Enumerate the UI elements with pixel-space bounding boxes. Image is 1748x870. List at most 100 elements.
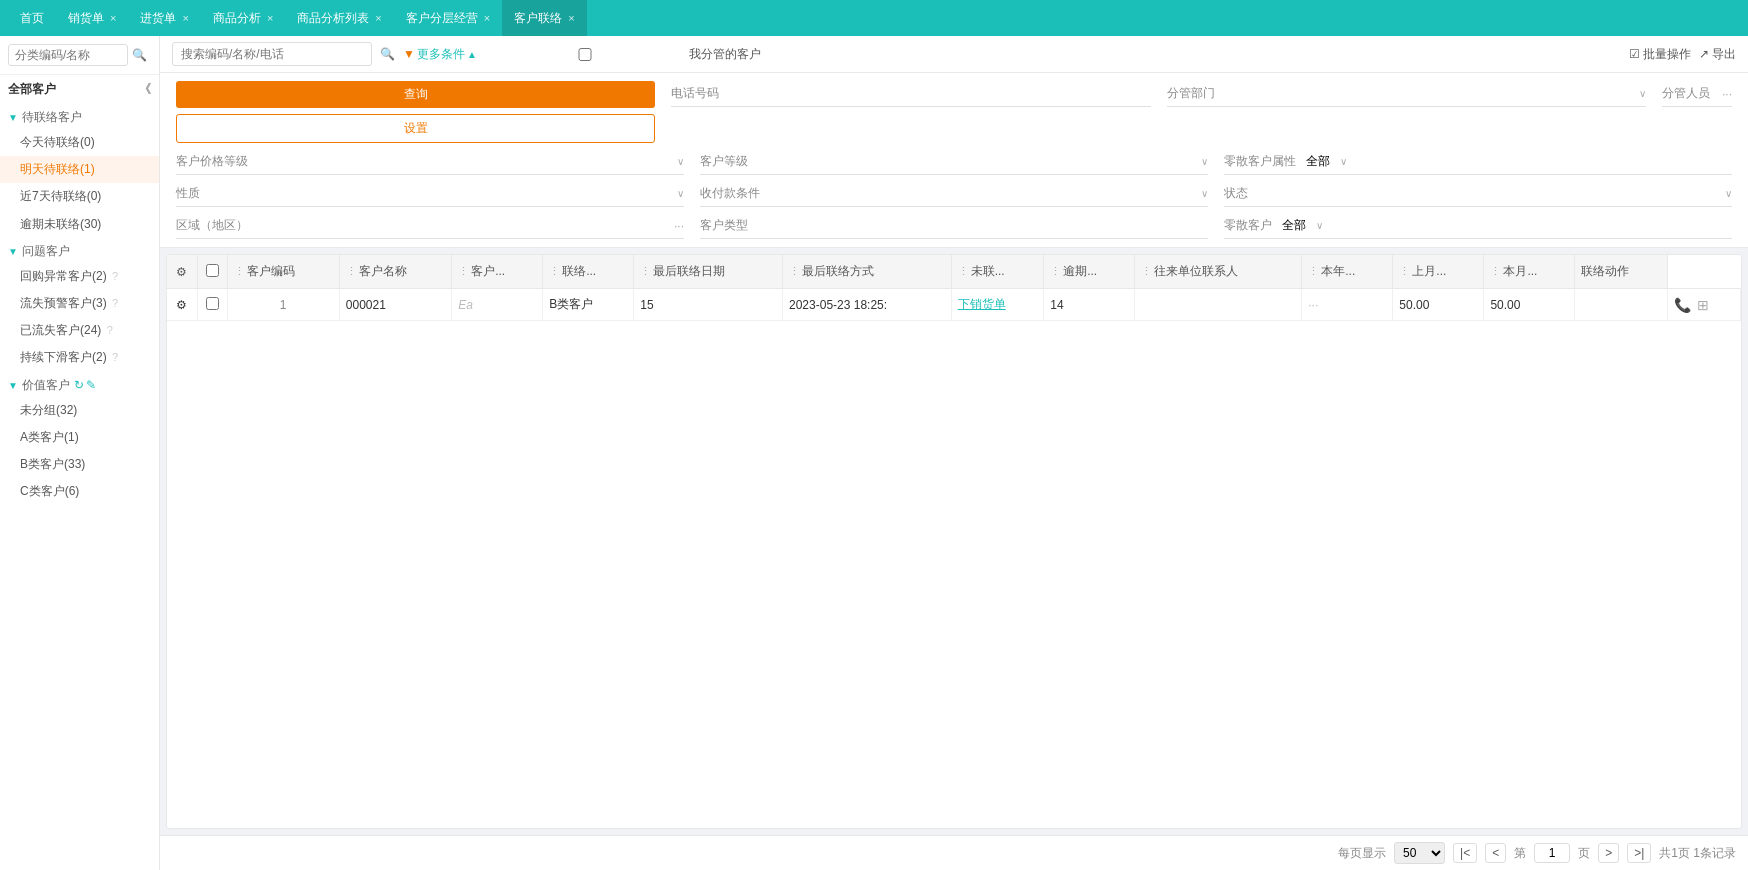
my-customer-checkbox-area[interactable]: 我分管的客户 (485, 46, 761, 63)
col-this-year: ⋮本年... (1302, 255, 1393, 289)
filter-row-1: 电话号码 分管部门 ∨ 分管人员 ··· 查询 设置 (176, 81, 1732, 143)
search-input[interactable] (172, 42, 372, 66)
filter-phone: 电话号码 (671, 81, 1150, 107)
row-num: 1 (227, 289, 339, 321)
filter-status[interactable]: 状态 ∨ (1224, 181, 1732, 207)
total-records: 共1页 1条记录 (1659, 845, 1736, 862)
bulk-ops-button[interactable]: ☑ 批量操作 (1629, 46, 1691, 63)
nav-home[interactable]: 首页 (8, 0, 56, 36)
sidebar-item-a-class[interactable]: A类客户(1) (0, 424, 159, 451)
close-purchase-order[interactable]: × (182, 12, 188, 24)
page-input[interactable] (1534, 843, 1570, 863)
chevron-up-icon: ▲ (467, 49, 477, 60)
sidebar-item-churn-warning[interactable]: 流失预警客户(3) ? (0, 290, 159, 317)
export-icon: ↗ (1699, 47, 1709, 61)
row-overdue (1135, 289, 1302, 321)
col-gear[interactable]: ⚙ (167, 255, 197, 289)
triangle-icon: ▼ (8, 112, 18, 123)
nav-product-analysis-list[interactable]: 商品分析列表 × (285, 0, 393, 36)
nav-sales-order[interactable]: 销货单 × (56, 0, 128, 36)
table-footer: 每页显示 50 100 200 |< < 第 页 > >| 共1页 1条记录 (160, 835, 1748, 870)
filter-customer-type[interactable]: 客户类型 (700, 213, 1208, 239)
close-customer-contact[interactable]: × (568, 12, 574, 24)
top-nav: 首页 销货单 × 进货单 × 商品分析 × 商品分析列表 × 客户分层经营 × … (0, 0, 1748, 36)
customer-level-chevron: ∨ (1201, 156, 1208, 167)
sidebar-item-declining[interactable]: 持续下滑客户(2) ? (0, 344, 159, 371)
first-page-button[interactable]: |< (1453, 843, 1477, 863)
export-button[interactable]: ↗ 导出 (1699, 46, 1736, 63)
close-product-analysis[interactable]: × (267, 12, 273, 24)
sidebar-item-overdue-contact[interactable]: 逾期未联络(30) (0, 211, 159, 238)
manager-dots-icon[interactable]: ··· (1722, 87, 1732, 101)
help-icon-1: ? (112, 270, 118, 282)
col-last-contact-method: ⋮最后联络方式 (783, 255, 952, 289)
pending-contact-group: ▼ 待联络客户 (0, 104, 159, 129)
row-settings[interactable]: ⚙ (167, 289, 197, 321)
select-all-checkbox[interactable] (206, 264, 219, 277)
row-unlinked: 14 (1044, 289, 1135, 321)
filter-dept[interactable]: 分管部门 ∨ (1167, 81, 1646, 107)
query-button[interactable]: 查询 (176, 81, 655, 108)
my-customer-checkbox[interactable] (485, 48, 685, 61)
filter-retail-attr[interactable]: 零散客户属性 全部 ∨ (1224, 149, 1732, 175)
close-customer-tier[interactable]: × (484, 12, 490, 24)
next-page-button[interactable]: > (1598, 843, 1619, 863)
status-chevron: ∨ (1725, 188, 1732, 199)
page-label: 第 (1514, 845, 1526, 862)
nav-customer-tier[interactable]: 客户分层经营 × (394, 0, 502, 36)
value-group-refresh[interactable]: ↻ (74, 378, 84, 392)
nav-product-analysis[interactable]: 商品分析 × (201, 0, 285, 36)
sidebar-item-churned[interactable]: 已流失客户(24) ? (0, 317, 159, 344)
sidebar-item-ungrouped[interactable]: 未分组(32) (0, 397, 159, 424)
filter-retail-customer[interactable]: 零散客户 全部 ∨ (1224, 213, 1732, 239)
row-last-contact-method[interactable]: 下销货单 (951, 289, 1044, 321)
more-filter-button[interactable]: ▼ 更多条件 ▲ (403, 46, 477, 63)
col-customer-type: ⋮客户... (452, 255, 543, 289)
col-select-all[interactable] (197, 255, 227, 289)
retail-customer-chevron: ∨ (1316, 220, 1323, 231)
per-page-select[interactable]: 50 100 200 (1394, 842, 1445, 864)
filter-customer-level[interactable]: 客户等级 ∨ (700, 149, 1208, 175)
dept-chevron-icon: ∨ (1639, 88, 1646, 99)
sidebar-item-7days-contact[interactable]: 近7天待联络(0) (0, 183, 159, 210)
nav-purchase-order[interactable]: 进货单 × (128, 0, 200, 36)
sidebar-item-c-class[interactable]: C类客户(6) (0, 478, 159, 505)
row-action-grid-icon[interactable]: ⊞ (1697, 297, 1709, 313)
col-contact-count: ⋮联络... (543, 255, 634, 289)
filter-row-3: 性质 ∨ 收付款条件 ∨ 状态 ∨ (176, 181, 1732, 207)
filter-region[interactable]: 区域（地区） ··· (176, 213, 684, 239)
search-button-icon[interactable]: 🔍 (380, 47, 395, 61)
last-page-button[interactable]: >| (1627, 843, 1651, 863)
page-suffix: 页 (1578, 845, 1590, 862)
search-bar-right: ☑ 批量操作 ↗ 导出 (1629, 46, 1736, 63)
filter-price-level[interactable]: 客户价格等级 ∨ (176, 149, 684, 175)
value-group-edit[interactable]: ✎ (86, 378, 96, 392)
close-product-analysis-list[interactable]: × (375, 12, 381, 24)
all-customers-header[interactable]: 全部客户 《 (0, 75, 159, 104)
sidebar-search-icon[interactable]: 🔍 (132, 48, 147, 62)
filter-payment[interactable]: 收付款条件 ∨ (700, 181, 1208, 207)
collapse-icon[interactable]: 《 (139, 81, 151, 98)
sidebar-search-input[interactable] (8, 44, 128, 66)
sidebar-item-today-contact[interactable]: 今天待联络(0) (0, 129, 159, 156)
row-checkbox[interactable] (197, 289, 227, 321)
nav-customer-contact[interactable]: 客户联络 × (502, 0, 586, 36)
filter-manager[interactable]: 分管人员 ··· (1662, 81, 1732, 107)
prev-page-button[interactable]: < (1485, 843, 1506, 863)
settings-button[interactable]: 设置 (176, 114, 655, 143)
sidebar-item-b-class[interactable]: B类客户(33) (0, 451, 159, 478)
retail-attr-chevron: ∨ (1340, 156, 1347, 167)
table-header-row: ⚙ ⋮客户编码 ⋮客户名称 ⋮客户... ⋮联络... ⋮最后联络日期 ⋮最后联… (167, 255, 1741, 289)
col-last-contact-date: ⋮最后联络日期 (634, 255, 783, 289)
region-dots-icon[interactable]: ··· (674, 219, 684, 233)
col-customer-code: ⋮客户编码 (227, 255, 339, 289)
row-action-phone-icon[interactable]: 📞 (1674, 297, 1691, 313)
sidebar-item-repurchase-abnormal[interactable]: 回购异常客户(2) ? (0, 263, 159, 290)
sidebar-item-tomorrow-contact[interactable]: 明天待联络(1) (0, 156, 159, 183)
filter-gender[interactable]: 性质 ∨ (176, 181, 684, 207)
col-overdue: ⋮逾期... (1044, 255, 1135, 289)
close-sales-order[interactable]: × (110, 12, 116, 24)
data-table: ⚙ ⋮客户编码 ⋮客户名称 ⋮客户... ⋮联络... ⋮最后联络日期 ⋮最后联… (167, 255, 1741, 321)
row-this-month (1575, 289, 1668, 321)
col-last-month: ⋮上月... (1393, 255, 1484, 289)
